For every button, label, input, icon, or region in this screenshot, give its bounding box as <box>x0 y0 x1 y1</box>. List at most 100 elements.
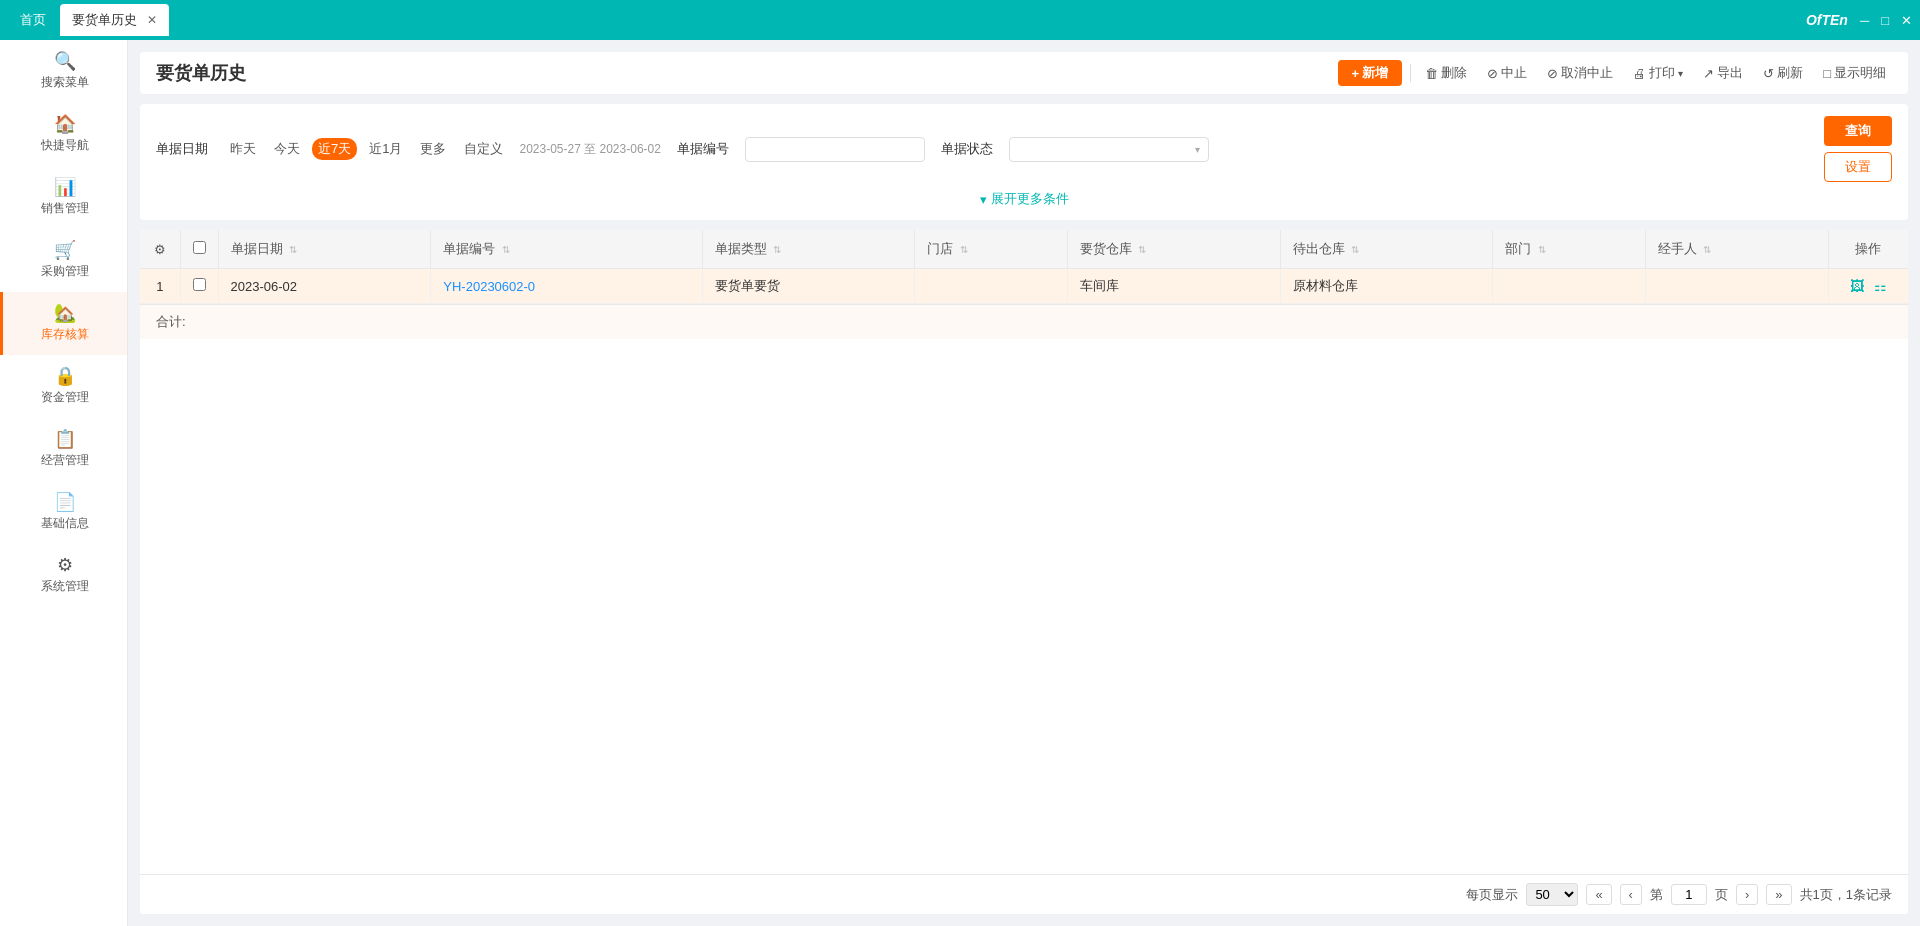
sidebar-item-purchase-label: 采购管理 <box>41 263 89 280</box>
col-doc-type: 单据类型 ⇅ <box>702 230 915 269</box>
quick-nav-icon: 🏠 <box>54 115 76 133</box>
sort-pending-warehouse-icon[interactable]: ⇅ <box>1351 244 1359 255</box>
status-dropdown-icon: ▾ <box>1195 144 1200 155</box>
sort-doc-date-icon[interactable]: ⇅ <box>289 244 297 255</box>
sidebar-item-inventory[interactable]: 🏡 库存核算 <box>0 292 127 355</box>
show-detail-button[interactable]: □ 显示明细 <box>1817 62 1892 84</box>
expand-more-icon: ▾ <box>980 192 987 207</box>
last-page-button[interactable]: » <box>1766 884 1791 905</box>
sidebar-item-search-menu[interactable]: 🔍 搜索菜单 <box>0 40 127 103</box>
first-page-button[interactable]: « <box>1586 884 1611 905</box>
per-page-select[interactable]: 10 20 50 100 <box>1526 883 1578 906</box>
chip-custom[interactable]: 自定义 <box>458 138 509 160</box>
export-button[interactable]: ↗ 导出 <box>1697 62 1749 84</box>
prev-page-button[interactable]: ‹ <box>1620 884 1642 905</box>
sidebar-item-operations-label: 经营管理 <box>41 452 89 469</box>
delete-button[interactable]: 🗑 删除 <box>1419 62 1473 84</box>
tab-close-icon[interactable]: ✕ <box>147 13 157 27</box>
stop-button[interactable]: ⊘ 中止 <box>1481 62 1533 84</box>
inventory-icon: 🏡 <box>54 304 76 322</box>
print-icon: 🖨 <box>1633 66 1646 81</box>
new-button[interactable]: + 新增 <box>1338 60 1403 86</box>
sort-dept-icon[interactable]: ⇅ <box>1538 244 1546 255</box>
settings-col-icon[interactable]: ⚙ <box>154 242 166 257</box>
status-select-wrapper[interactable]: ▾ <box>1009 137 1209 162</box>
window-close-icon[interactable]: ✕ <box>1901 13 1912 28</box>
chip-more[interactable]: 更多 <box>414 138 452 160</box>
sort-store-icon[interactable]: ⇅ <box>960 244 968 255</box>
refresh-button[interactable]: ↺ 刷新 <box>1757 62 1809 84</box>
tab-requisition-history[interactable]: 要货单历史 ✕ <box>60 4 169 36</box>
sidebar-item-sales-label: 销售管理 <box>41 200 89 217</box>
row-doc-date: 2023-06-02 <box>218 269 431 304</box>
minimize-icon[interactable]: ─ <box>1860 13 1869 28</box>
sort-req-warehouse-icon[interactable]: ⇅ <box>1138 244 1146 255</box>
row-doc-no: YH-20230602-0 <box>431 269 702 304</box>
status-select[interactable] <box>1018 142 1195 157</box>
sidebar-item-system[interactable]: ⚙ 系统管理 <box>0 544 127 607</box>
system-icon: ⚙ <box>57 556 73 574</box>
sidebar-item-inventory-label: 库存核算 <box>41 326 89 343</box>
chip-yesterday[interactable]: 昨天 <box>224 138 262 160</box>
sidebar-item-sales[interactable]: 📊 销售管理 <box>0 166 127 229</box>
maximize-icon[interactable]: □ <box>1881 13 1889 28</box>
show-detail-checkbox-icon: □ <box>1823 66 1831 81</box>
expand-more[interactable]: ▾ 展开更多条件 <box>156 190 1892 208</box>
sidebar-item-finance-label: 资金管理 <box>41 389 89 406</box>
row-view-icon[interactable]: 🖼 <box>1850 278 1864 294</box>
sidebar-item-finance[interactable]: 🔒 资金管理 <box>0 355 127 418</box>
row-select-checkbox[interactable] <box>193 278 206 291</box>
row-num: 1 <box>140 269 180 304</box>
show-detail-label: 显示明细 <box>1834 64 1886 82</box>
filter-row: 单据日期 昨天 今天 近7天 近1月 更多 自定义 2023-05-27 至 2… <box>156 116 1892 182</box>
sort-doc-type-icon[interactable]: ⇅ <box>773 244 781 255</box>
col-req-warehouse-label: 要货仓库 <box>1080 241 1132 256</box>
page-input[interactable] <box>1671 884 1707 905</box>
settings-button[interactable]: 设置 <box>1824 152 1892 182</box>
cancel-stop-label: 取消中止 <box>1561 64 1613 82</box>
row-doc-type: 要货单要货 <box>702 269 915 304</box>
sidebar-item-base-info[interactable]: 📄 基础信息 <box>0 481 127 544</box>
col-checkbox[interactable] <box>180 230 218 269</box>
row-edit-icon[interactable]: ⚏ <box>1874 278 1887 294</box>
query-button[interactable]: 查询 <box>1824 116 1892 146</box>
col-req-warehouse: 要货仓库 ⇅ <box>1067 230 1280 269</box>
expand-more-label: 展开更多条件 <box>991 190 1069 208</box>
purchase-icon: 🛒 <box>54 241 76 259</box>
sidebar-item-system-label: 系统管理 <box>41 578 89 595</box>
table-spacer <box>140 339 1908 874</box>
filter-actions: 查询 设置 <box>1824 116 1892 182</box>
brand-label: OfTEn <box>1806 12 1848 28</box>
doc-no-input[interactable] <box>745 137 925 162</box>
sort-handler-icon[interactable]: ⇅ <box>1703 244 1711 255</box>
col-settings[interactable]: ⚙ <box>140 230 180 269</box>
sidebar-item-purchase[interactable]: 🛒 采购管理 <box>0 229 127 292</box>
stop-label: 中止 <box>1501 64 1527 82</box>
select-all-checkbox[interactable] <box>193 241 206 254</box>
status-label: 单据状态 <box>941 140 993 158</box>
toolbar: + 新增 🗑 删除 ⊘ 中止 ⊘ 取消中止 🖨 打印 <box>1338 60 1892 86</box>
sort-doc-no-icon[interactable]: ⇅ <box>502 244 510 255</box>
delete-icon: 🗑 <box>1425 66 1438 81</box>
per-page-label: 每页显示 <box>1466 886 1518 904</box>
chip-last7days[interactable]: 近7天 <box>312 138 357 160</box>
main-layout: 🔍 搜索菜单 🏠 快捷导航 📊 销售管理 🛒 采购管理 🏡 库存核算 🔒 资金管… <box>0 40 1920 926</box>
sidebar-item-quick-nav[interactable]: 🏠 快捷导航 <box>0 103 127 166</box>
row-doc-no-link[interactable]: YH-20230602-0 <box>443 279 535 294</box>
cancel-stop-button[interactable]: ⊘ 取消中止 <box>1541 62 1619 84</box>
row-req-warehouse: 车间库 <box>1067 269 1280 304</box>
stop-icon: ⊘ <box>1487 66 1498 81</box>
top-bar-right: OfTEn ─ □ ✕ <box>1806 12 1912 28</box>
chip-today[interactable]: 今天 <box>268 138 306 160</box>
print-button[interactable]: 🖨 打印 ▾ <box>1627 62 1689 84</box>
page-title: 要货单历史 <box>156 61 246 85</box>
print-dropdown-icon: ▾ <box>1678 68 1683 79</box>
row-checkbox[interactable] <box>180 269 218 304</box>
tab-home[interactable]: 首页 <box>8 4 58 36</box>
table-row[interactable]: 1 2023-06-02 YH-20230602-0 要货单要货 车间库 原材料… <box>140 269 1908 304</box>
next-page-button[interactable]: › <box>1736 884 1758 905</box>
chip-last1month[interactable]: 近1月 <box>363 138 408 160</box>
col-dept: 部门 ⇅ <box>1493 230 1645 269</box>
sidebar-item-operations[interactable]: 📋 经营管理 <box>0 418 127 481</box>
row-store <box>915 269 1067 304</box>
